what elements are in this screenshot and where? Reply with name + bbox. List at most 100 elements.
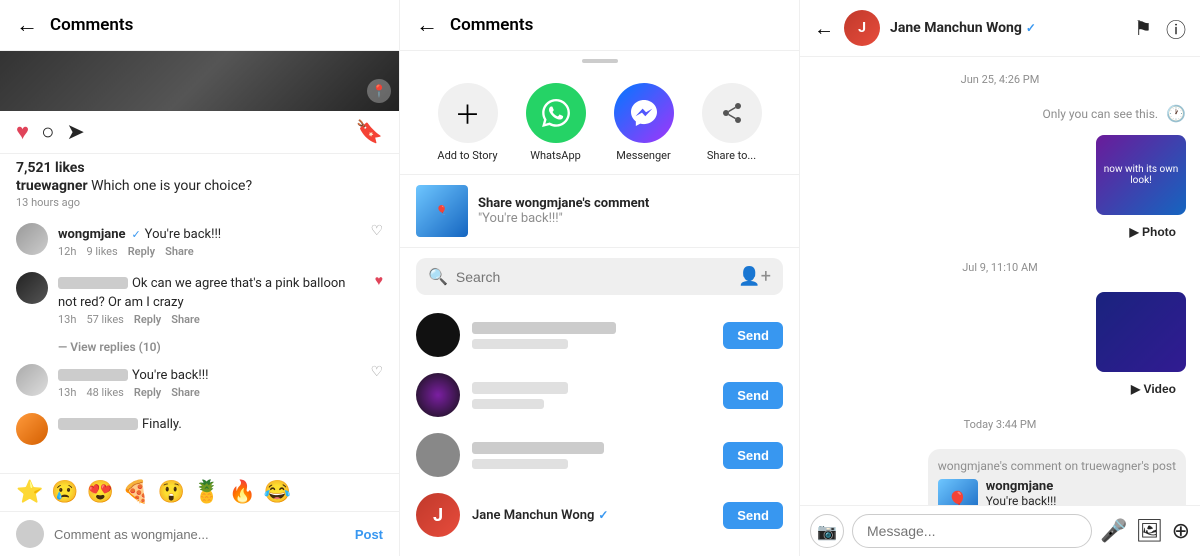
- back-icon-middle[interactable]: ←: [416, 12, 438, 38]
- action-bar: ♥ ○ ➤ 🔖: [0, 111, 399, 154]
- photo-message: now with its own look! ▶ Photo: [1096, 135, 1186, 243]
- comment-like-icon[interactable]: ♡: [370, 364, 383, 380]
- share-link[interactable]: Share: [165, 245, 194, 258]
- dm-username[interactable]: Jane Manchun Wong ✓: [890, 20, 1124, 36]
- comment-item: You're back!!! 13h 48 likes Reply Share …: [16, 364, 383, 399]
- camera-button[interactable]: 📷: [810, 514, 844, 548]
- share-link[interactable]: Share: [171, 313, 200, 326]
- location-pin: 📍: [367, 79, 391, 103]
- avatar[interactable]: [16, 272, 48, 304]
- shared-comment-header: wongmjane's comment on truewagner's post: [938, 459, 1176, 473]
- send-button[interactable]: Send: [723, 442, 783, 469]
- dm-header-actions: ⚑ ⓘ: [1134, 14, 1186, 43]
- back-icon-left[interactable]: ←: [16, 12, 38, 38]
- emoji-star[interactable]: ⭐: [16, 480, 43, 505]
- emoji-laugh[interactable]: 😂: [264, 480, 291, 505]
- bookmark-icon[interactable]: 🔖: [356, 120, 383, 145]
- timestamp: Jun 25, 4:26 PM: [814, 73, 1186, 86]
- emoji-pineapple[interactable]: 🍍: [193, 480, 220, 505]
- info-icon[interactable]: ⓘ: [1166, 14, 1186, 43]
- search-bar: 🔍 👤+: [416, 258, 783, 295]
- send-button[interactable]: Send: [723, 502, 783, 529]
- share-add-to-story[interactable]: ＋ Add to Story: [428, 83, 508, 162]
- reply-link[interactable]: Reply: [134, 386, 161, 399]
- send-button[interactable]: Send: [723, 322, 783, 349]
- contact-item: Send: [400, 305, 799, 365]
- video-thumbnail[interactable]: [1096, 292, 1186, 372]
- photo-play-button[interactable]: ▶ Photo: [1119, 221, 1186, 243]
- share-to-icon: [702, 83, 762, 143]
- reply-link[interactable]: Reply: [128, 245, 155, 258]
- shared-comment-card: wongmjane's comment on truewagner's post…: [928, 449, 1186, 505]
- flag-icon[interactable]: ⚑: [1134, 16, 1152, 40]
- jane-verified-badge: ✓: [598, 508, 608, 522]
- post-time: 13 hours ago: [16, 196, 383, 209]
- redacted-username: [58, 418, 138, 430]
- comment-icon[interactable]: ○: [41, 119, 54, 145]
- comment-input-bar: Post: [0, 511, 399, 556]
- comment-like-icon[interactable]: ♥: [375, 272, 383, 289]
- comment-text: You're back!!!: [132, 368, 208, 383]
- comment-text: You're back!!!: [145, 227, 221, 242]
- view-replies[interactable]: View replies (10): [58, 340, 383, 354]
- share-icon[interactable]: ➤: [66, 120, 84, 145]
- reply-link[interactable]: Reply: [134, 313, 161, 326]
- private-note-text: Only you can see this.: [1042, 107, 1158, 121]
- caption-username[interactable]: truewagner: [16, 178, 88, 194]
- avatar[interactable]: [16, 364, 48, 396]
- back-icon-right[interactable]: ←: [814, 16, 834, 41]
- video-play-button[interactable]: ▶ Video: [1121, 378, 1186, 400]
- message-input[interactable]: [852, 514, 1092, 548]
- contact-info: [472, 382, 711, 409]
- emoji-wow[interactable]: 😲: [158, 480, 185, 505]
- contact-name-redacted: [472, 322, 616, 334]
- photo-thumbnail[interactable]: now with its own look!: [1096, 135, 1186, 215]
- comment-item: Finally.: [16, 413, 383, 445]
- input-avatar: [16, 520, 44, 548]
- contact-avatar: [416, 433, 460, 477]
- gallery-button[interactable]: 🖼: [1136, 518, 1164, 544]
- comment-meta: 13h 57 likes Reply Share: [58, 313, 365, 326]
- share-messenger[interactable]: Messenger: [604, 83, 684, 162]
- comment-likes-count: 57 likes: [86, 313, 123, 326]
- contacts-list: Send Send Send J Jane Manchun Wong: [400, 305, 799, 556]
- left-comments-panel: ← Comments 📍 ♥ ○ ➤ 🔖 7,521 likes truewag…: [0, 0, 400, 556]
- dm-panel: ← J Jane Manchun Wong ✓ ⚑ ⓘ Jun 25, 4:26…: [800, 0, 1200, 556]
- jane-name: Jane Manchun Wong ✓: [472, 508, 711, 523]
- dm-input-bar: 📷 🎤 🖼 ⊕: [800, 505, 1200, 556]
- timestamp: Jul 9, 11:10 AM: [814, 261, 1186, 274]
- likes-count: 7,521 likes: [16, 160, 383, 176]
- contact-info: [472, 442, 711, 469]
- comment-input[interactable]: [54, 527, 345, 542]
- emoji-pizza[interactable]: 🍕: [122, 480, 149, 505]
- avatar[interactable]: [16, 413, 48, 445]
- preview-text: Share wongmjane's comment "You're back!!…: [478, 196, 649, 226]
- plus-button[interactable]: ⊕: [1172, 518, 1190, 544]
- share-to-label: Share to...: [707, 149, 756, 162]
- post-button[interactable]: Post: [355, 527, 383, 542]
- redacted-username: [58, 277, 128, 289]
- person-add-icon[interactable]: 👤+: [738, 266, 771, 287]
- comment-username[interactable]: wongmjane: [58, 227, 126, 242]
- share-link[interactable]: Share: [171, 386, 200, 399]
- share-comment-preview: 🎈 Share wongmjane's comment "You're back…: [400, 174, 799, 248]
- mic-button[interactable]: 🎤: [1100, 518, 1127, 544]
- emoji-cry[interactable]: 😢: [51, 480, 78, 505]
- share-whatsapp[interactable]: WhatsApp: [516, 83, 596, 162]
- comment-item: wongmjane ✓ You're back!!! 12h 9 likes R…: [16, 223, 383, 258]
- add-to-story-label: Add to Story: [437, 149, 497, 162]
- send-button[interactable]: Send: [723, 382, 783, 409]
- caption-text: Which one is your choice?: [91, 178, 252, 194]
- emoji-fire[interactable]: 🔥: [228, 480, 255, 505]
- contact-avatar: [416, 313, 460, 357]
- search-input[interactable]: [456, 269, 730, 285]
- left-panel-title: Comments: [50, 15, 133, 35]
- contact-name-redacted: [472, 442, 604, 454]
- like-icon[interactable]: ♥: [16, 119, 29, 145]
- jane-avatar: J: [416, 493, 460, 537]
- share-more[interactable]: Share to...: [692, 83, 772, 162]
- comment-like-icon[interactable]: ♡: [370, 223, 383, 239]
- avatar[interactable]: [16, 223, 48, 255]
- likes-section: 7,521 likes truewagner Which one is your…: [0, 154, 399, 215]
- emoji-love[interactable]: 😍: [87, 480, 114, 505]
